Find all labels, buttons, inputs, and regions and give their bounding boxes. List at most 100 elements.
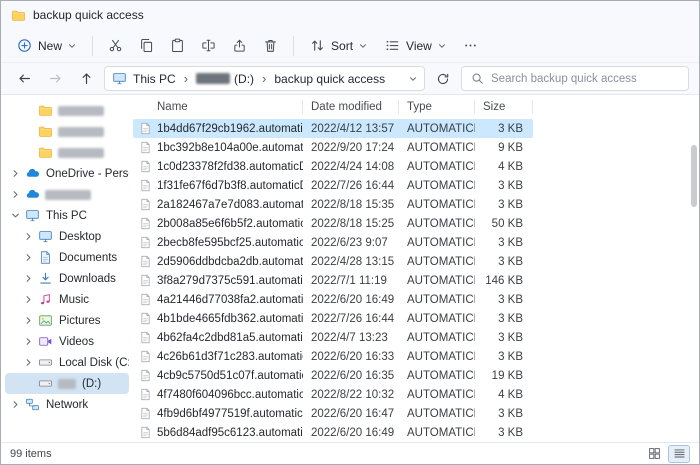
chevron-right-icon[interactable]: [9, 400, 22, 409]
search-input[interactable]: [491, 73, 679, 85]
view-details-button[interactable]: [668, 445, 690, 463]
file-row[interactable]: 4fb9d6bf4977519f.automaticDestinatio...2…: [133, 404, 533, 423]
breadcrumb-folder[interactable]: backup quick access: [270, 71, 389, 87]
file-date-modified: 2022/6/20 16:47: [303, 408, 399, 420]
sidebar: OneDrive - Personal This PCDesktopDocumen…: [1, 95, 133, 442]
up-button[interactable]: [73, 67, 99, 91]
file-row[interactable]: 4c26b61d3f71c283.automaticDestinatio...2…: [133, 347, 533, 366]
sidebar-item-pictures[interactable]: Pictures: [5, 310, 129, 331]
file-name-cell: 2b008a85e6f6b5f2.automaticDestinatio...: [133, 217, 303, 230]
file-row[interactable]: 4a21446d77038fa2.automaticDestinatio...2…: [133, 290, 533, 309]
column-header-date-modified[interactable]: Date modified: [303, 95, 399, 119]
refresh-button[interactable]: [430, 67, 456, 91]
column-header-type[interactable]: Type: [399, 95, 475, 119]
file-row[interactable]: 4b62fa4c2dbd81a5.automaticDestinatio...2…: [133, 328, 533, 347]
file-icon: [139, 217, 152, 230]
file-name: 1b4dd67f29cb1962.automaticDestination...: [157, 123, 303, 135]
file-row[interactable]: 4b1bde4665fdb362.automaticDestinatio...2…: [133, 309, 533, 328]
file-row[interactable]: 1f31fe67f6d7b3f8.automaticDestinations-.…: [133, 176, 533, 195]
vertical-scrollbar[interactable]: [690, 99, 697, 438]
chevron-right-icon[interactable]: [9, 169, 22, 178]
chevron-down-icon[interactable]: [9, 211, 22, 220]
see-more-button[interactable]: [456, 33, 485, 58]
file-row[interactable]: 2d5906ddbdcba2db.automaticDestinatio...2…: [133, 252, 533, 271]
file-date-modified: 2022/6/20 16:49: [303, 427, 399, 439]
view-button[interactable]: View: [377, 33, 454, 58]
file-row[interactable]: 4f7480f604096bcc.automaticDestinatio...2…: [133, 385, 533, 404]
copy-button[interactable]: [132, 33, 161, 58]
chevron-right-icon[interactable]: [22, 316, 35, 325]
sidebar-item-videos[interactable]: Videos: [5, 331, 129, 352]
file-icon: [139, 312, 152, 325]
share-button[interactable]: [225, 33, 254, 58]
file-row[interactable]: 2a182467a7e7d083.automaticDestinatio...2…: [133, 195, 533, 214]
file-type: AUTOMATICDESTI...: [399, 199, 475, 211]
chevron-down-icon: [68, 42, 76, 50]
sidebar-item-redacted[interactable]: [5, 121, 129, 142]
file-row[interactable]: 1b4dd67f29cb1962.automaticDestination...…: [133, 119, 533, 138]
file-row[interactable]: 2b008a85e6f6b5f2.automaticDestinatio...2…: [133, 214, 533, 233]
vertical-scrollbar-thumb[interactable]: [691, 145, 697, 207]
file-date-modified: 2022/4/24 14:08: [303, 161, 399, 173]
back-button[interactable]: [11, 67, 37, 91]
cloud-icon: [22, 166, 42, 181]
file-row[interactable]: 1bc392b8e104a00e.automaticDestination...…: [133, 138, 533, 157]
file-name-cell: 4b62fa4c2dbd81a5.automaticDestinatio...: [133, 331, 303, 344]
sidebar-item-onedrive-personal[interactable]: OneDrive - Personal: [5, 163, 129, 184]
file-name: 2becb8fe595bcf25.automaticDestinations..…: [157, 237, 303, 249]
sidebar-item-local-disk-c[interactable]: Local Disk (C:): [5, 352, 129, 373]
file-name-cell: 4cb9c5750d51c07f.automaticDestinatio...: [133, 369, 303, 382]
column-header-name[interactable]: Name: [133, 95, 303, 119]
sidebar-item-this-pc[interactable]: This PC: [5, 205, 129, 226]
back-icon: [17, 71, 32, 86]
chevron-right-icon[interactable]: [22, 253, 35, 262]
file-type: AUTOMATICDESTI...: [399, 351, 475, 363]
file-type: AUTOMATICDESTI...: [399, 256, 475, 268]
chevron-right-icon[interactable]: [9, 190, 22, 199]
paste-button[interactable]: [163, 33, 192, 58]
breadcrumb-drive[interactable]: (D:): [192, 71, 258, 87]
file-row[interactable]: 5b6d84adf95c6123.automaticDestinatio...2…: [133, 423, 533, 442]
file-row[interactable]: 1c0d23378f2fd38.automaticDestinations-..…: [133, 157, 533, 176]
sidebar-item-music[interactable]: Music: [5, 289, 129, 310]
new-button[interactable]: New: [9, 33, 84, 58]
file-name-cell: 4fb9d6bf4977519f.automaticDestinatio...: [133, 407, 303, 420]
view-icon: [385, 38, 400, 53]
column-header-size[interactable]: Size: [475, 95, 533, 119]
file-icon: [139, 122, 152, 135]
file-name: 4fb9d6bf4977519f.automaticDestinatio...: [157, 408, 303, 420]
file-icon: [139, 274, 152, 287]
address-bar[interactable]: This PC › (D:) › backup quick access: [104, 66, 425, 91]
sidebar-item-desktop[interactable]: Desktop: [5, 226, 129, 247]
chevron-right-icon[interactable]: [22, 274, 35, 283]
sidebar-item-documents[interactable]: Documents: [5, 247, 129, 268]
search-box[interactable]: [461, 66, 689, 91]
sidebar-item-redacted[interactable]: [5, 100, 129, 121]
file-row[interactable]: 4cb9c5750d51c07f.automaticDestinatio...2…: [133, 366, 533, 385]
chevron-right-icon[interactable]: [22, 337, 35, 346]
file-row[interactable]: 2becb8fe595bcf25.automaticDestinations..…: [133, 233, 533, 252]
location-icon: [112, 71, 127, 86]
file-row[interactable]: 3f8a279d7375c591.automaticDestinatio...2…: [133, 271, 533, 290]
sidebar-item-redacted[interactable]: [5, 142, 129, 163]
sort-button[interactable]: Sort: [302, 33, 375, 58]
file-name: 3f8a279d7375c591.automaticDestinatio...: [157, 275, 303, 287]
toolbar: New Sort View: [1, 29, 699, 63]
chevron-right-icon[interactable]: [22, 295, 35, 304]
cut-button[interactable]: [101, 33, 130, 58]
sidebar-item-network[interactable]: Network: [5, 394, 129, 415]
sidebar-item-downloads[interactable]: Downloads: [5, 268, 129, 289]
sidebar-item-d[interactable]: (D:): [5, 373, 129, 394]
delete-button[interactable]: [256, 33, 285, 58]
address-history-dropdown-icon[interactable]: [409, 75, 417, 83]
file-name-cell: 4a21446d77038fa2.automaticDestinatio...: [133, 293, 303, 306]
chevron-right-icon[interactable]: [22, 232, 35, 241]
chevron-right-icon[interactable]: [22, 358, 35, 367]
forward-button[interactable]: [42, 67, 68, 91]
rename-button[interactable]: [194, 33, 223, 58]
sidebar-item-redacted[interactable]: [5, 184, 129, 205]
sidebar-item-label: Local Disk (C:): [59, 357, 129, 369]
breadcrumb-this-pc[interactable]: This PC: [129, 71, 180, 87]
view-thumbnails-button[interactable]: [643, 445, 665, 463]
file-size: 9 KB: [475, 142, 533, 154]
